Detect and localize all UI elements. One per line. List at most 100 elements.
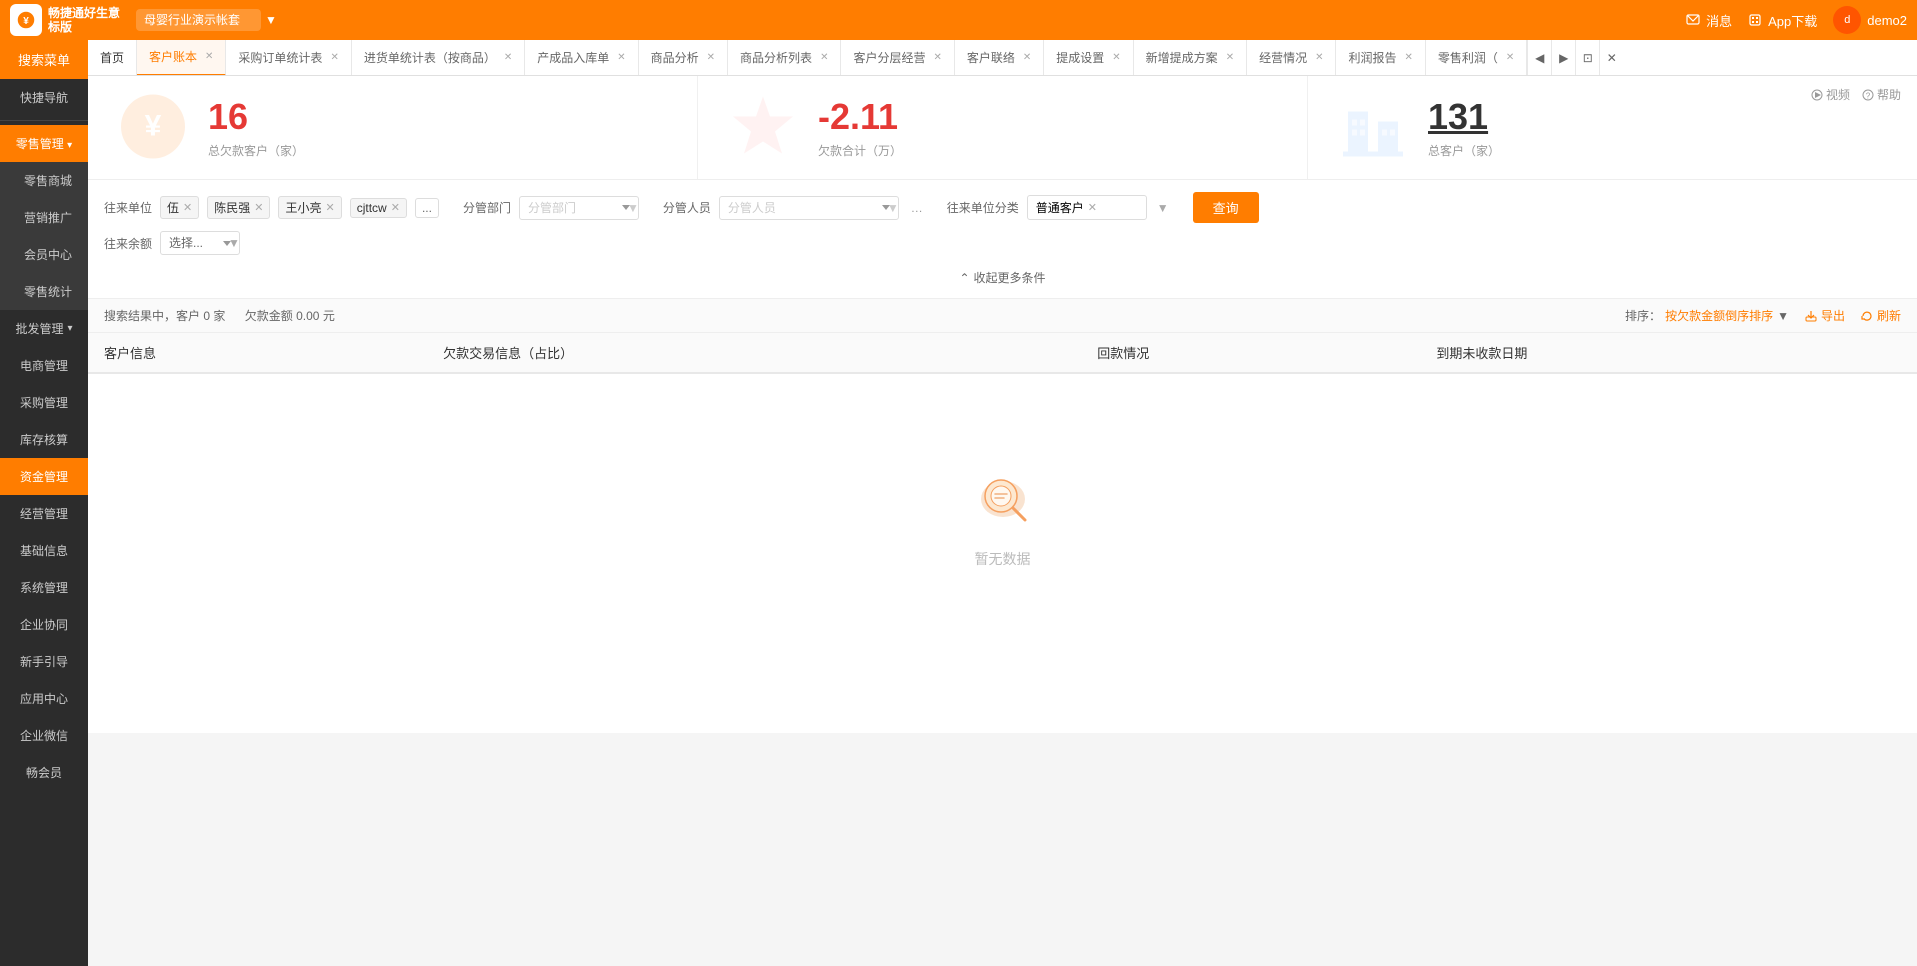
sidebar-item-app-center[interactable]: 应用中心 bbox=[0, 680, 88, 717]
data-table: 客户信息 欠款交易信息（占比） 回款情况 到期未收款日期 bbox=[88, 333, 1917, 649]
sidebar-item-marketing[interactable]: 营销推广 bbox=[0, 199, 88, 236]
remove-tag-cjttcw[interactable]: ✕ bbox=[391, 201, 400, 214]
filter-more-btn[interactable]: ... bbox=[415, 198, 439, 218]
refresh-btn[interactable]: 刷新 bbox=[1861, 307, 1901, 324]
tab-close-new-promote[interactable]: ✕ bbox=[1226, 52, 1234, 63]
tab-close-customer-contact[interactable]: ✕ bbox=[1023, 52, 1031, 63]
video-action[interactable]: 视频 bbox=[1811, 86, 1850, 103]
sidebar-item-batch-mgmt[interactable]: 批发管理 ▾ bbox=[0, 310, 88, 347]
tab-expand[interactable]: ⊡ bbox=[1575, 40, 1599, 76]
user-avatar-area[interactable]: d demo2 bbox=[1833, 6, 1907, 34]
filter-tag-cjttcw[interactable]: cjttcw ✕ bbox=[350, 198, 407, 218]
stat-total-debt: -2.11 欠款合计（万） bbox=[698, 76, 1308, 179]
tab-product-analysis-list[interactable]: 商品分析列表 ✕ bbox=[728, 40, 841, 76]
stat-actions-area: 视频 ? 帮助 bbox=[1811, 86, 1901, 103]
tab-close-inbound-stats[interactable]: ✕ bbox=[504, 52, 512, 63]
help-action[interactable]: ? 帮助 bbox=[1862, 86, 1901, 103]
filter-tag-wu[interactable]: 伍 ✕ bbox=[160, 196, 199, 219]
sidebar-quick-nav[interactable]: 快捷导航 bbox=[0, 79, 88, 116]
unit-class-dropdown[interactable]: ▼ bbox=[1157, 201, 1169, 215]
tab-product-inbound[interactable]: 产成品入库单 ✕ bbox=[525, 40, 638, 76]
sidebar-item-inventory[interactable]: 库存核算 bbox=[0, 421, 88, 458]
remove-tag-wu[interactable]: ✕ bbox=[183, 201, 192, 214]
tenant-selector[interactable]: 母婴行业演示帐套 bbox=[136, 9, 261, 31]
tab-customer-contact[interactable]: 客户联络 ✕ bbox=[955, 40, 1044, 76]
export-btn[interactable]: 导出 bbox=[1805, 307, 1845, 324]
tab-close-product-analysis[interactable]: ✕ bbox=[707, 52, 715, 63]
logo-icon: ¥ bbox=[10, 4, 42, 36]
balance-filter-label: 往来余额 bbox=[104, 235, 152, 252]
col-due-date: 到期未收款日期 bbox=[1420, 333, 1917, 373]
query-btn[interactable]: 查询 bbox=[1193, 192, 1259, 223]
svg-text:¥: ¥ bbox=[145, 109, 162, 142]
tab-close-product-inbound[interactable]: ✕ bbox=[617, 52, 625, 63]
col-customer-info: 客户信息 bbox=[88, 333, 427, 373]
tab-promote-settings[interactable]: 提成设置 ✕ bbox=[1044, 40, 1133, 76]
result-actions: 排序： 按欠款金额倒序排序 ▼ 导出 刷新 bbox=[1625, 307, 1901, 324]
result-info: 搜索结果中，客户 0 家 欠款金额 0.00 元 bbox=[104, 307, 335, 324]
sidebar-item-retail-mgmt[interactable]: 零售管理 ▾ bbox=[0, 125, 88, 162]
sidebar-item-purchase-mgmt[interactable]: 采购管理 bbox=[0, 384, 88, 421]
sidebar-item-corp-collab[interactable]: 企业协同 bbox=[0, 606, 88, 643]
collapse-filter-btn[interactable]: ⌃ 收起更多条件 bbox=[104, 263, 1901, 286]
tab-product-analysis[interactable]: 商品分析 ✕ bbox=[639, 40, 728, 76]
tab-close-purchase-order[interactable]: ✕ bbox=[330, 52, 338, 63]
col-repayment: 回款情况 bbox=[1081, 333, 1420, 373]
dept-selector[interactable]: 分管部门 bbox=[519, 196, 639, 220]
sidebar-item-vip-member[interactable]: 畅会员 bbox=[0, 754, 88, 791]
sidebar-item-ecom-mgmt[interactable]: 电商管理 bbox=[0, 347, 88, 384]
tab-close-customer-ledger[interactable]: ✕ bbox=[205, 51, 213, 62]
filter-tag-wang[interactable]: 王小亮 ✕ bbox=[278, 196, 341, 219]
empty-text: 暂无数据 bbox=[975, 549, 1031, 569]
sidebar-item-member-center[interactable]: 会员中心 bbox=[0, 236, 88, 273]
sidebar-item-basic-info[interactable]: 基础信息 bbox=[0, 532, 88, 569]
unit-class-filter[interactable]: 普通客户 ✕ bbox=[1027, 195, 1147, 220]
stat-bg-badge-icon bbox=[728, 91, 798, 164]
tab-close-retail-profit[interactable]: ✕ bbox=[1506, 52, 1514, 63]
tab-profit-report[interactable]: 利润报告 ✕ bbox=[1336, 40, 1425, 76]
app-download-btn[interactable]: App下载 bbox=[1748, 11, 1817, 30]
stat-bg-building-icon bbox=[1338, 91, 1408, 164]
main-content: ¥ 16 总欠款客户（家） -2.11 bbox=[88, 76, 1917, 966]
tab-home[interactable]: 首页 bbox=[88, 40, 137, 76]
svg-text:?: ? bbox=[1866, 91, 1871, 100]
sort-dropdown[interactable]: 排序： 按欠款金额倒序排序 ▼ bbox=[1625, 307, 1789, 324]
person-selector[interactable]: 分管人员 bbox=[719, 196, 899, 220]
unit-class-tag-remove[interactable]: ✕ bbox=[1088, 201, 1097, 214]
tab-close-profit-report[interactable]: ✕ bbox=[1405, 52, 1413, 63]
tab-customer-ledger[interactable]: 客户账本 ✕ bbox=[137, 40, 226, 76]
tab-inbound-stats[interactable]: 进货单统计表（按商品） ✕ bbox=[352, 40, 525, 76]
filter-tag-chen[interactable]: 陈民强 ✕ bbox=[207, 196, 270, 219]
user-avatar: d bbox=[1833, 6, 1861, 34]
sidebar-item-retail-mall[interactable]: 零售商城 bbox=[0, 162, 88, 199]
tab-customer-tier[interactable]: 客户分层经营 ✕ bbox=[841, 40, 954, 76]
sidebar-search[interactable]: 搜索菜单 bbox=[0, 40, 88, 79]
tab-scroll-right[interactable]: ▶ bbox=[1551, 40, 1575, 76]
tab-biz-situation[interactable]: 经营情况 ✕ bbox=[1247, 40, 1336, 76]
tab-close-customer-tier[interactable]: ✕ bbox=[933, 52, 941, 63]
person-more-btn[interactable]: … bbox=[911, 201, 923, 215]
tab-scroll-left[interactable]: ◀ bbox=[1527, 40, 1551, 76]
stats-row: ¥ 16 总欠款客户（家） -2.11 bbox=[88, 76, 1917, 180]
tab-close-all[interactable]: ✕ bbox=[1599, 40, 1623, 76]
sidebar-item-capital-mgmt[interactable]: 资金管理 bbox=[0, 458, 88, 495]
tab-close-biz-situation[interactable]: ✕ bbox=[1315, 52, 1323, 63]
tab-close-promote-settings[interactable]: ✕ bbox=[1112, 52, 1120, 63]
tab-close-product-analysis-list[interactable]: ✕ bbox=[820, 52, 828, 63]
stat-total-customers: ¥ 16 总欠款客户（家） bbox=[88, 76, 698, 179]
sidebar-item-ops-mgmt[interactable]: 经营管理 bbox=[0, 495, 88, 532]
logo-area: ¥ 畅捷通好生意 标版 bbox=[10, 4, 120, 36]
remove-tag-chen[interactable]: ✕ bbox=[254, 201, 263, 214]
unit-filter-label: 往来单位 bbox=[104, 199, 152, 216]
sidebar-item-new-guide[interactable]: 新手引导 bbox=[0, 643, 88, 680]
sidebar-item-corp-wechat[interactable]: 企业微信 bbox=[0, 717, 88, 754]
sidebar-item-sys-mgmt[interactable]: 系统管理 bbox=[0, 569, 88, 606]
remove-tag-wang[interactable]: ✕ bbox=[326, 201, 335, 214]
tab-retail-profit[interactable]: 零售利润（ ✕ bbox=[1426, 40, 1527, 76]
top-bar: ¥ 畅捷通好生意 标版 母婴行业演示帐套 ▼ 消息 bbox=[0, 0, 1917, 40]
balance-selector[interactable]: 选择... bbox=[160, 231, 240, 255]
tab-purchase-order[interactable]: 采购订单统计表 ✕ bbox=[226, 40, 351, 76]
message-btn[interactable]: 消息 bbox=[1686, 11, 1732, 30]
tab-new-promote[interactable]: 新增提成方案 ✕ bbox=[1134, 40, 1247, 76]
sidebar-item-retail-stats[interactable]: 零售统计 bbox=[0, 273, 88, 310]
